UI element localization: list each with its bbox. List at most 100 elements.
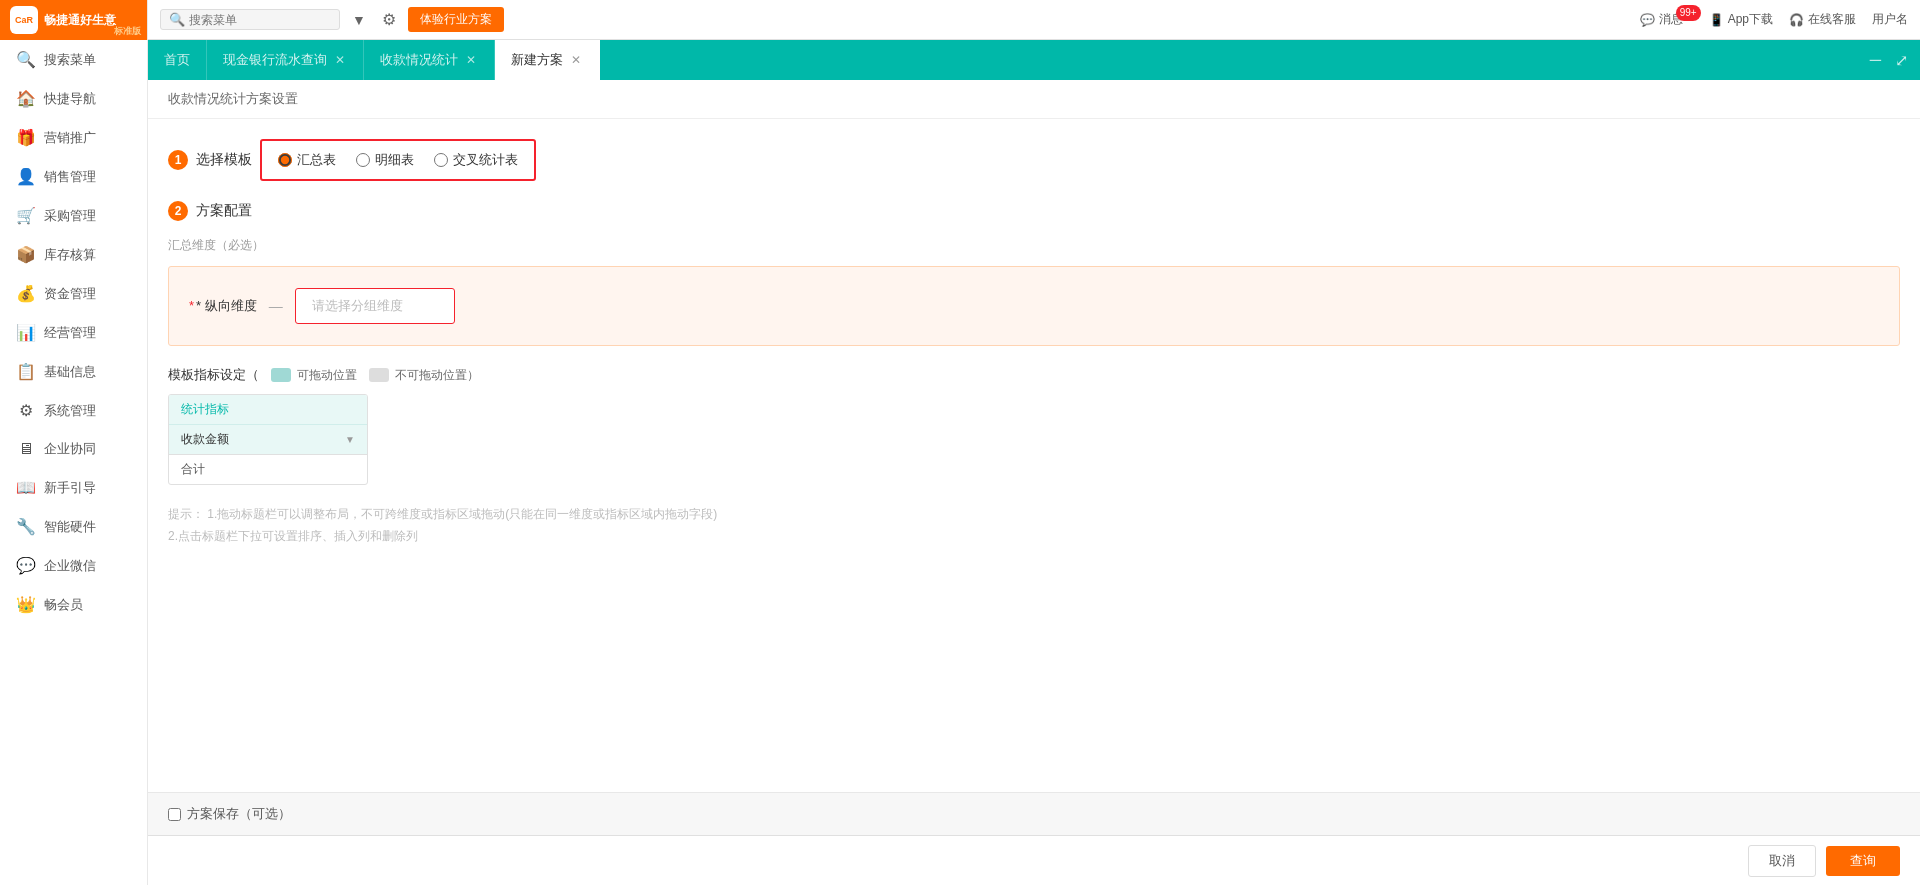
sidebar-icon-marketing: 🎁 [16, 128, 36, 147]
industry-button[interactable]: 体验行业方案 [408, 7, 504, 32]
tab-bank-label: 现金银行流水查询 [223, 51, 327, 69]
sidebar-label-inventory: 库存核算 [44, 246, 96, 264]
not-draggable-legend: 不可拖动位置） [369, 367, 479, 384]
radio-summary-input[interactable] [278, 153, 292, 167]
sidebar-item-guide[interactable]: 📖新手引导 [0, 468, 147, 507]
message-button[interactable]: 💬 消息 99+ [1640, 11, 1693, 28]
search-input[interactable] [189, 13, 329, 27]
download-label: App下载 [1728, 11, 1773, 28]
save-section: 方案保存（可选） [148, 792, 1920, 835]
sidebar-item-inventory[interactable]: 📦 库存核算 [0, 235, 147, 274]
tab-home-label: 首页 [164, 51, 190, 69]
sidebar-item-system[interactable]: ⚙系统管理 [0, 391, 147, 430]
sidebar-label-enterprise-coop: 企业协同 [44, 440, 96, 458]
sidebar-label-sales: 销售管理 [44, 168, 96, 186]
tab-receivable-close[interactable]: ✕ [464, 51, 478, 69]
settings-icon[interactable]: ⚙ [378, 8, 400, 31]
tab-maximize-icon[interactable]: ⤢ [1891, 49, 1912, 72]
col-header-row[interactable]: 收款金额 ▼ [169, 425, 367, 455]
col-header-label: 收款金额 [181, 431, 229, 448]
radio-detail[interactable]: 明细表 [356, 151, 414, 169]
draggable-box-icon [271, 368, 291, 382]
metrics-table-header: 统计指标 [169, 395, 367, 425]
sidebar-icon-purchase: 🛒 [16, 206, 36, 225]
tab-new-plan-close[interactable]: ✕ [569, 51, 583, 69]
dimension-placeholder: 请选择分组维度 [312, 297, 403, 315]
service-icon: 🎧 [1789, 13, 1804, 27]
sidebar-item-search[interactable]: 🔍搜索菜单 [0, 40, 147, 79]
save-label[interactable]: 方案保存（可选） [187, 805, 291, 823]
tab-new-plan-label: 新建方案 [511, 51, 563, 69]
draggable-label: 可拖动位置 [297, 367, 357, 384]
stats-label: 统计指标 [181, 402, 229, 416]
sidebar-icon-inventory: 📦 [16, 245, 36, 264]
metrics-section: 模板指标设定（ 可拖动位置 不可拖动位置） 统计指标 [168, 366, 1900, 488]
query-button[interactable]: 查询 [1826, 846, 1900, 876]
tab-bank[interactable]: 现金银行流水查询 ✕ [207, 40, 364, 80]
sidebar-label-operations: 经营管理 [44, 324, 96, 342]
search-icon: 🔍 [169, 12, 185, 27]
topbar-dropdown-button[interactable]: ▼ [348, 10, 370, 30]
cancel-button[interactable]: 取消 [1748, 845, 1816, 877]
sidebar-label-purchase: 采购管理 [44, 207, 96, 225]
tab-new-plan[interactable]: 新建方案 ✕ [495, 40, 600, 80]
tab-home[interactable]: 首页 [148, 40, 207, 80]
radio-cross-label: 交叉统计表 [453, 151, 518, 169]
step1-title: 1 选择模板 汇总表 明细表 交叉统计表 [168, 139, 1900, 181]
dimension-selector[interactable]: 请选择分组维度 [295, 288, 455, 324]
page-header: 收款情况统计方案设置 [148, 80, 1920, 119]
radio-cross[interactable]: 交叉统计表 [434, 151, 518, 169]
radio-detail-input[interactable] [356, 153, 370, 167]
metrics-title: 模板指标设定（ [168, 366, 259, 384]
download-button[interactable]: 📱 App下载 [1709, 11, 1773, 28]
sidebar-item-sales[interactable]: 👤 销售管理 [0, 157, 147, 196]
sidebar-label-basic-info: 基础信息 [44, 363, 96, 381]
sidebar-icon-wechat: 💬 [16, 556, 36, 575]
radio-detail-label: 明细表 [375, 151, 414, 169]
tab-minimize-icon[interactable]: ─ [1866, 49, 1885, 71]
topbar-actions: 💬 消息 99+ 📱 App下载 🎧 在线客服 用户名 [1640, 11, 1908, 28]
sidebar-item-enterprise-coop[interactable]: 🖥企业协同 [0, 430, 147, 468]
not-draggable-box-icon [369, 368, 389, 382]
sidebar-icon-smart-hw: 🔧 [16, 517, 36, 536]
sidebar-icon-member: 👑 [16, 595, 36, 614]
dimension-arrow-icon: — [269, 298, 283, 314]
save-checkbox[interactable] [168, 808, 181, 821]
tabbar-controls: ─ ⤢ [1858, 40, 1920, 80]
sidebar-icon-guide: 📖 [16, 478, 36, 497]
radio-summary-label: 汇总表 [297, 151, 336, 169]
sidebar-item-basic-info[interactable]: 📋基础信息 [0, 352, 147, 391]
sidebar-item-operations[interactable]: 📊经营管理 [0, 313, 147, 352]
logo-text: 畅捷通好生意 [44, 12, 116, 29]
sidebar-item-wechat[interactable]: 💬 企业微信 [0, 546, 147, 585]
sidebar-item-marketing[interactable]: 🎁营销推广 [0, 118, 147, 157]
metrics-header: 模板指标设定（ 可拖动位置 不可拖动位置） [168, 366, 1900, 384]
sidebar-label-quick-nav: 快捷导航 [44, 90, 96, 108]
vertical-dimension-label: ** 纵向维度 [189, 297, 257, 315]
main-container: 🔍 ▼ ⚙ 体验行业方案 💬 消息 99+ 📱 App下载 🎧 在线客服 用户名 [148, 0, 1920, 885]
step2-badge: 2 [168, 201, 188, 221]
sidebar-icon-sales: 👤 [16, 167, 36, 186]
tip-1: 提示： 1.拖动标题栏可以调整布局，不可跨维度或指标区域拖动(只能在同一维度或指… [168, 504, 1900, 526]
step2-title: 2 方案配置 [168, 201, 1900, 221]
sidebar-item-purchase[interactable]: 🛒 采购管理 [0, 196, 147, 235]
tab-receivable[interactable]: 收款情况统计 ✕ [364, 40, 495, 80]
sidebar-nav: 🔍搜索菜单 🏠 快捷导航 🎁营销推广 👤 销售管理 🛒 采购管理 📦 库存核算 💰资金管理📊经营管理… [0, 40, 147, 885]
message-badge: 99+ [1676, 5, 1701, 21]
sidebar-item-smart-hw[interactable]: 🔧智能硬件 [0, 507, 147, 546]
sidebar-label-system: 系统管理 [44, 402, 96, 420]
sidebar-item-member[interactable]: 👑畅会员 [0, 585, 147, 624]
sidebar-label-wechat: 企业微信 [44, 557, 96, 575]
tab-bank-close[interactable]: ✕ [333, 51, 347, 69]
sidebar-icon-quick-nav: 🏠 [16, 89, 36, 108]
bottom-bar: 取消 查询 [148, 835, 1920, 885]
dimension-title: 汇总维度（必选） [168, 237, 1900, 254]
metrics-table: 统计指标 收款金额 ▼ 合计 [168, 394, 368, 485]
sidebar-item-finance[interactable]: 💰资金管理 [0, 274, 147, 313]
sidebar-item-quick-nav[interactable]: 🏠 快捷导航 [0, 79, 147, 118]
total-row: 合计 [169, 455, 367, 484]
service-button[interactable]: 🎧 在线客服 [1789, 11, 1856, 28]
radio-cross-input[interactable] [434, 153, 448, 167]
radio-summary[interactable]: 汇总表 [278, 151, 336, 169]
search-box[interactable]: 🔍 [160, 9, 340, 30]
